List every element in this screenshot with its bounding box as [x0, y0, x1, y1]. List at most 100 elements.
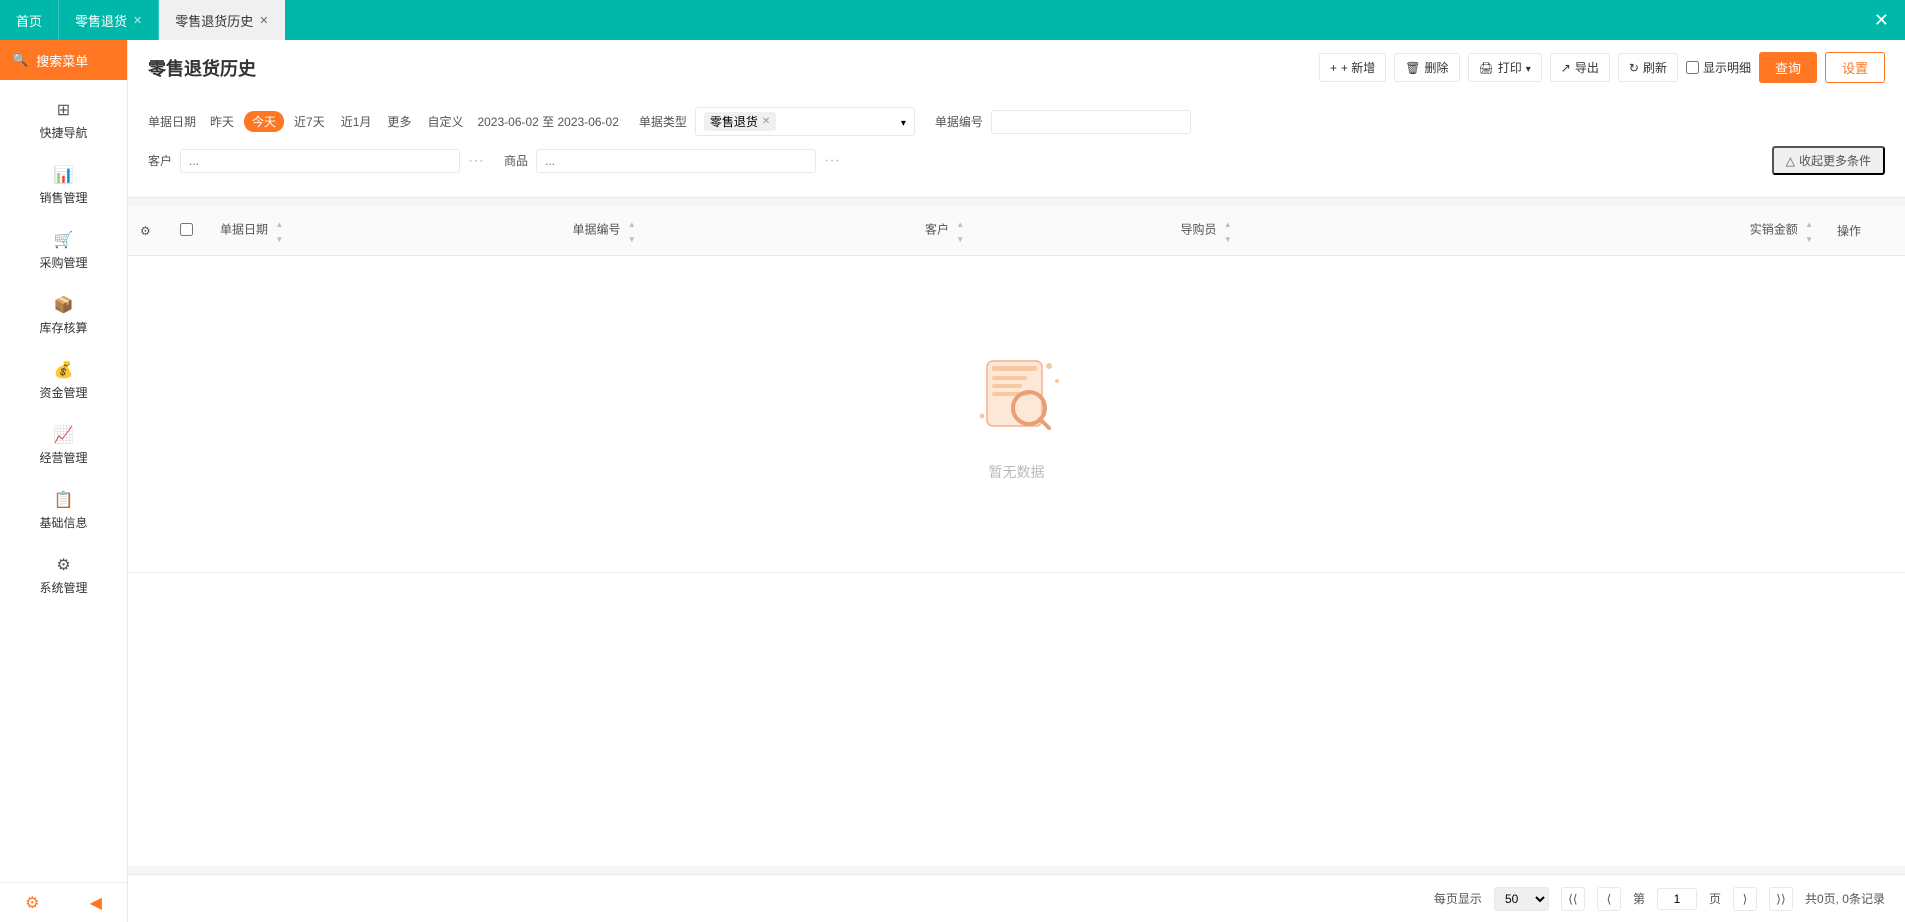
date-btn-more[interactable]: 更多 — [381, 111, 417, 132]
doc-type-tag-text: 零售退货 — [710, 113, 758, 130]
col-ops: 操作 — [1825, 206, 1905, 256]
tab-home[interactable]: 首页 — [0, 0, 59, 40]
basic-info-icon: 📋 — [54, 490, 74, 510]
refresh-button[interactable]: ↻ 刷新 — [1618, 53, 1678, 82]
doc-type-tag-close[interactable]: ✕ — [762, 116, 770, 127]
date-btn-1month[interactable]: 近1月 — [335, 111, 378, 132]
page-size-label: 每页显示 — [1434, 890, 1482, 907]
doc-type-select[interactable]: 零售退货 ✕ — [695, 107, 915, 136]
col-doc-no-sort[interactable] — [628, 216, 636, 245]
date-btn-custom[interactable]: 自定义 — [421, 111, 469, 132]
goods-filter: 商品 ··· — [504, 149, 840, 173]
col-doc-date-sort[interactable] — [275, 216, 283, 245]
query-button[interactable]: 查询 — [1759, 52, 1817, 83]
col-settings: ⚙ — [128, 206, 168, 256]
page-unit: 页 — [1709, 890, 1721, 907]
col-doc-no: 单据编号 — [560, 206, 912, 256]
tab-retail-return-close[interactable]: ✕ — [133, 14, 142, 27]
date-btn-yesterday[interactable]: 昨天 — [204, 111, 240, 132]
col-guide-sort[interactable] — [1224, 216, 1232, 245]
top-bar: 首页 零售退货 ✕ 零售退货历史 ✕ ✕ — [0, 0, 1905, 40]
add-icon: + — [1330, 61, 1337, 75]
sort-up-icon — [1805, 216, 1813, 230]
app-close-button[interactable]: ✕ — [1858, 0, 1905, 40]
customer-ellipsis-icon[interactable]: ··· — [468, 152, 484, 170]
sidebar-item-inventory-mgmt[interactable]: 📦 库存核算 — [0, 283, 127, 348]
display-detail-checkbox[interactable] — [1686, 61, 1699, 74]
page-header: 零售退货历史 + + 新增 🗑 删除 🖨 打印 — [128, 40, 1905, 198]
doc-no-input[interactable] — [991, 110, 1191, 134]
sidebar-item-business-mgmt[interactable]: 📈 经营管理 — [0, 413, 127, 478]
doc-no-filter: 单据编号 — [935, 110, 1191, 134]
page-title-row: 零售退货历史 + + 新增 🗑 删除 🖨 打印 — [148, 52, 1885, 83]
goods-ellipsis-icon[interactable]: ··· — [824, 152, 840, 170]
customer-filter: 客户 ··· — [148, 149, 484, 173]
tab-retail-return-history-label: 零售退货历史 — [175, 11, 253, 30]
refresh-label: 刷新 — [1643, 59, 1667, 76]
delete-icon: 🗑 — [1405, 61, 1420, 75]
tab-retail-return-history[interactable]: 零售退货历史 ✕ — [159, 0, 285, 40]
delete-button[interactable]: 🗑 删除 — [1394, 53, 1459, 82]
sidebar-item-system-mgmt[interactable]: ⚙ 系统管理 — [0, 543, 127, 608]
empty-illustration — [967, 346, 1067, 446]
doc-no-label: 单据编号 — [935, 113, 983, 130]
page-number-input[interactable] — [1657, 888, 1697, 910]
col-customer-sort[interactable] — [956, 216, 964, 245]
export-button[interactable]: ↗ 导出 — [1550, 53, 1610, 82]
sort-up-icon — [1224, 216, 1232, 230]
sidebar-item-purchase-mgmt-label: 采购管理 — [39, 254, 87, 271]
sort-down-icon — [1805, 231, 1813, 245]
sort-down-icon — [1224, 231, 1232, 245]
display-detail-checkbox-label[interactable]: 显示明细 — [1686, 59, 1751, 76]
col-settings-icon[interactable]: ⚙ — [140, 224, 151, 238]
search-icon: 🔍 — [12, 52, 28, 68]
sidebar-item-purchase-mgmt[interactable]: 🛒 采购管理 — [0, 218, 127, 283]
date-filter-label: 单据日期 — [148, 113, 196, 130]
prev-page-button[interactable]: ⟨ — [1597, 887, 1621, 911]
settings-bottom-icon[interactable]: ⚙ — [25, 893, 39, 913]
collapse-sidebar-icon[interactable]: ◀ — [90, 893, 102, 913]
print-icon: 🖨 — [1479, 61, 1494, 75]
sidebar-item-basic-info[interactable]: 📋 基础信息 — [0, 478, 127, 543]
collapse-filter-button[interactable]: △ 收起更多条件 — [1772, 146, 1885, 175]
print-button[interactable]: 🖨 打印 — [1468, 53, 1542, 82]
quick-nav-icon: ⊞ — [54, 100, 74, 120]
select-all-checkbox[interactable] — [180, 223, 193, 236]
sort-up-icon — [628, 216, 636, 230]
col-amount-sort[interactable] — [1805, 216, 1813, 245]
customer-input[interactable] — [180, 149, 460, 173]
total-pages-label: 共0页, 0条记录 — [1805, 890, 1885, 907]
sidebar-item-quick-nav[interactable]: ⊞ 快捷导航 — [0, 88, 127, 153]
doc-type-chevron-icon — [901, 113, 906, 131]
sidebar-item-sales-mgmt[interactable]: 📊 销售管理 — [0, 153, 127, 218]
setting-button[interactable]: 设置 — [1825, 52, 1885, 83]
sidebar-search[interactable]: 🔍 搜索菜单 — [0, 40, 127, 80]
sidebar-item-finance-mgmt-label: 资金管理 — [39, 384, 87, 401]
next-page-button[interactable]: ⟩ — [1733, 887, 1757, 911]
sort-down-icon — [275, 231, 283, 245]
sidebar-item-system-mgmt-label: 系统管理 — [39, 579, 87, 596]
last-page-button[interactable]: ⟩⟩ — [1769, 887, 1793, 911]
page-title: 零售退货历史 — [148, 55, 256, 81]
date-btn-7days[interactable]: 近7天 — [288, 111, 331, 132]
sidebar-search-label: 搜索菜单 — [36, 51, 88, 70]
add-button[interactable]: + + 新增 — [1319, 53, 1386, 82]
pagination-bar: 每页显示 10 20 50 100 ⟨⟨ ⟨ 第 页 ⟩ ⟩⟩ 共0页, 0条记… — [128, 874, 1905, 922]
sidebar-item-sales-mgmt-label: 销售管理 — [39, 189, 87, 206]
sidebar-item-basic-info-label: 基础信息 — [39, 514, 87, 531]
collapse-label: 收起更多条件 — [1799, 152, 1871, 169]
delete-label: 删除 — [1425, 59, 1449, 76]
sidebar-nav: ⊞ 快捷导航 📊 销售管理 🛒 采购管理 📦 库存核算 💰 资金管理 📈 — [0, 80, 127, 882]
col-amount: 实销金额 — [1473, 206, 1826, 256]
add-label: + 新增 — [1341, 59, 1375, 76]
inventory-mgmt-icon: 📦 — [54, 295, 74, 315]
tab-retail-return[interactable]: 零售退货 ✕ — [59, 0, 159, 40]
sidebar-item-finance-mgmt[interactable]: 💰 资金管理 — [0, 348, 127, 413]
date-btn-today[interactable]: 今天 — [244, 111, 284, 132]
export-label: 导出 — [1575, 59, 1599, 76]
doc-type-tag: 零售退货 ✕ — [704, 112, 776, 131]
goods-input[interactable] — [536, 149, 816, 173]
first-page-button[interactable]: ⟨⟨ — [1561, 887, 1585, 911]
tab-retail-return-history-close[interactable]: ✕ — [259, 14, 268, 27]
page-size-select[interactable]: 10 20 50 100 — [1494, 887, 1549, 911]
